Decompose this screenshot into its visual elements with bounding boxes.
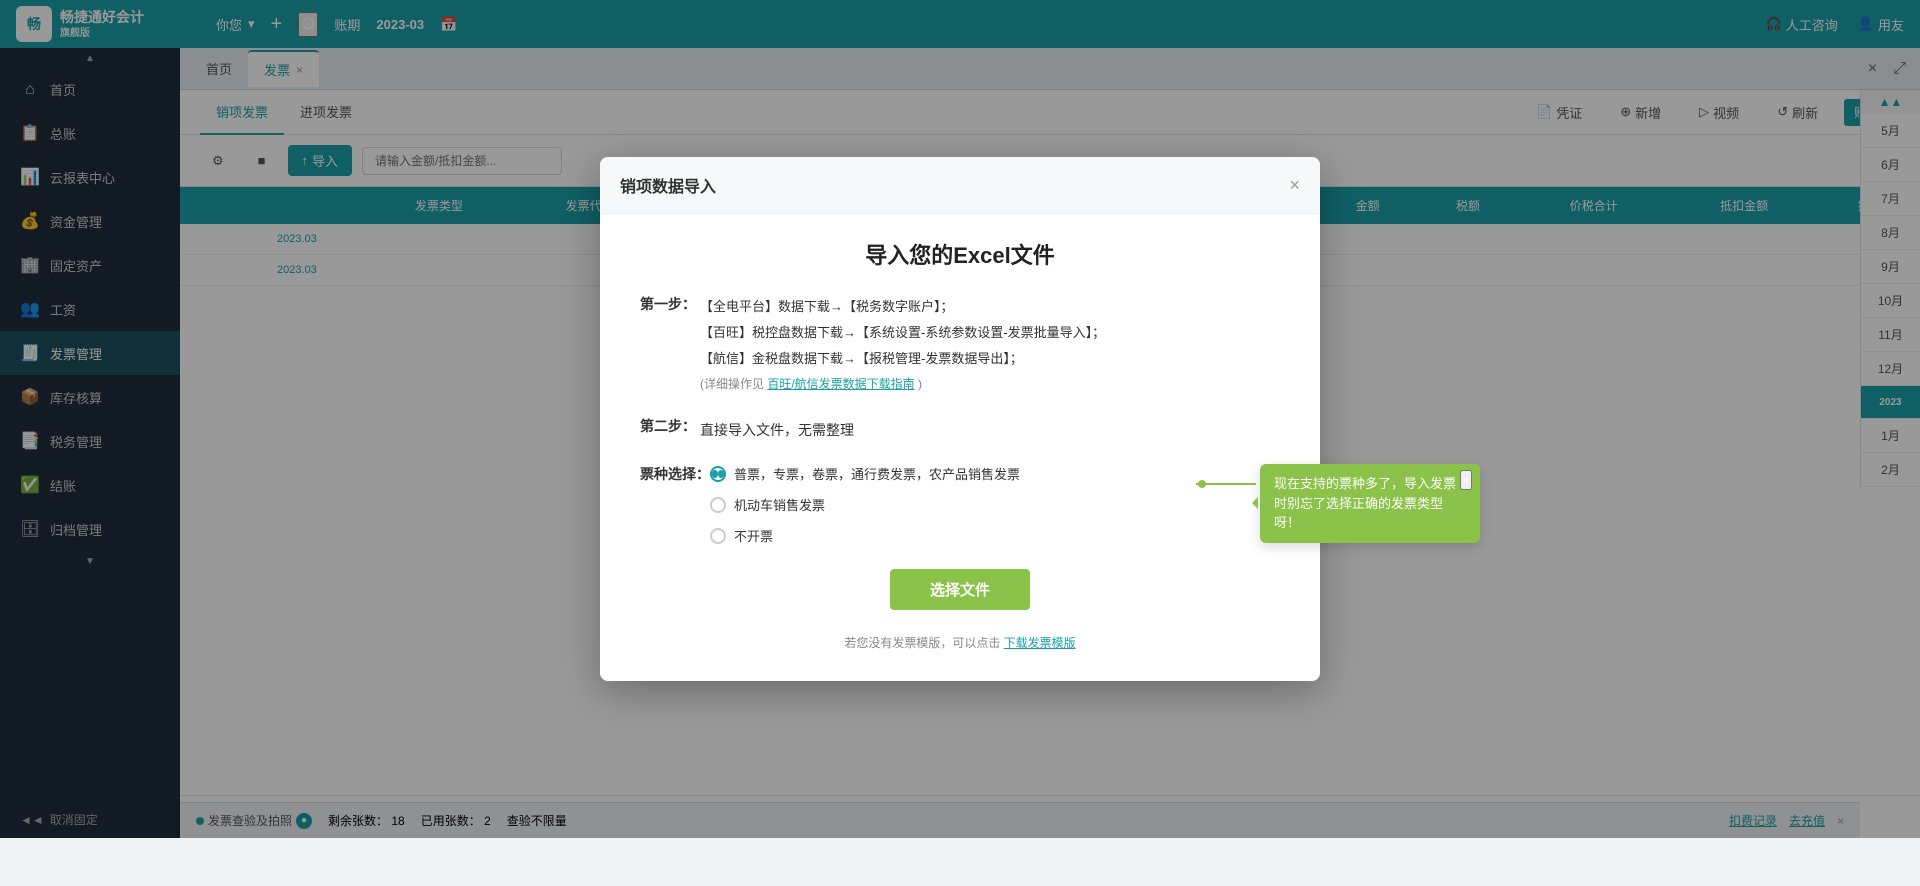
step1-line-2: 【百旺】税控盘数据下载→【系统设置-系统参数设置-发票批量导入】； (700, 320, 1105, 346)
ticket-label: 票种选择： (640, 464, 710, 484)
ticket-select-block: 票种选择： 普票，专票，卷票，通行费发票，农产品销售发票 机动车销售发票 (640, 464, 1280, 545)
import-modal: 销项数据导入 × 导入您的Excel文件 第一步： 【全电平台】数据下载→【税务… (600, 157, 1320, 681)
tooltip-close-btn[interactable]: × (1460, 470, 1472, 490)
step1-line-1: 【全电平台】数据下载→【税务数字账户】； (700, 294, 1105, 320)
step1-note: (详细操作见 百旺/航信发票数据下载指南 ) (700, 372, 1105, 396)
radio-none-circle (710, 528, 726, 544)
step1-content: 【全电平台】数据下载→【税务数字账户】； 【百旺】税控盘数据下载→【系统设置-系… (700, 294, 1105, 396)
select-file-btn[interactable]: 选择文件 (890, 569, 1030, 610)
step2-content: 直接导入文件，无需整理 (700, 420, 854, 440)
radio-car[interactable]: 机动车销售发票 (710, 495, 1020, 514)
template-note: 若您没有发票模版，可以点击 下载发票模版 (640, 634, 1280, 651)
modal-header: 销项数据导入 × (600, 157, 1320, 214)
step1-label: 第一步： (640, 294, 700, 314)
step2-block: 第二步： 直接导入文件，无需整理 (640, 416, 1280, 444)
template-download-link[interactable]: 下载发票模版 (1004, 636, 1076, 650)
radio-normal-circle (710, 466, 726, 482)
step1-guide-link[interactable]: 百旺/航信发票数据下载指南 (767, 377, 914, 391)
radio-none[interactable]: 不开票 (710, 526, 1020, 545)
step1-line-3: 【航信】金税盘数据下载→【报税管理-发票数据导出】； (700, 346, 1105, 372)
modal-title: 销项数据导入 (620, 173, 716, 197)
radio-car-circle (710, 497, 726, 513)
step1-block: 第一步： 【全电平台】数据下载→【税务数字账户】； 【百旺】税控盘数据下载→【系… (640, 294, 1280, 396)
modal-main-title: 导入您的Excel文件 (640, 238, 1280, 270)
modal-close-btn[interactable]: × (1289, 175, 1300, 196)
radio-group: 普票，专票，卷票，通行费发票，农产品销售发票 机动车销售发票 不开票 (710, 464, 1020, 545)
step2-label: 第二步： (640, 416, 700, 436)
radio-normal[interactable]: 普票，专票，卷票，通行费发票，农产品销售发票 (710, 464, 1020, 483)
modal-body: 导入您的Excel文件 第一步： 【全电平台】数据下载→【税务数字账户】； 【百… (600, 214, 1320, 681)
tooltip-bubble: × 现在支持的票种多了，导入发票时别忘了选择正确的发票类型呀！ (1260, 464, 1480, 543)
